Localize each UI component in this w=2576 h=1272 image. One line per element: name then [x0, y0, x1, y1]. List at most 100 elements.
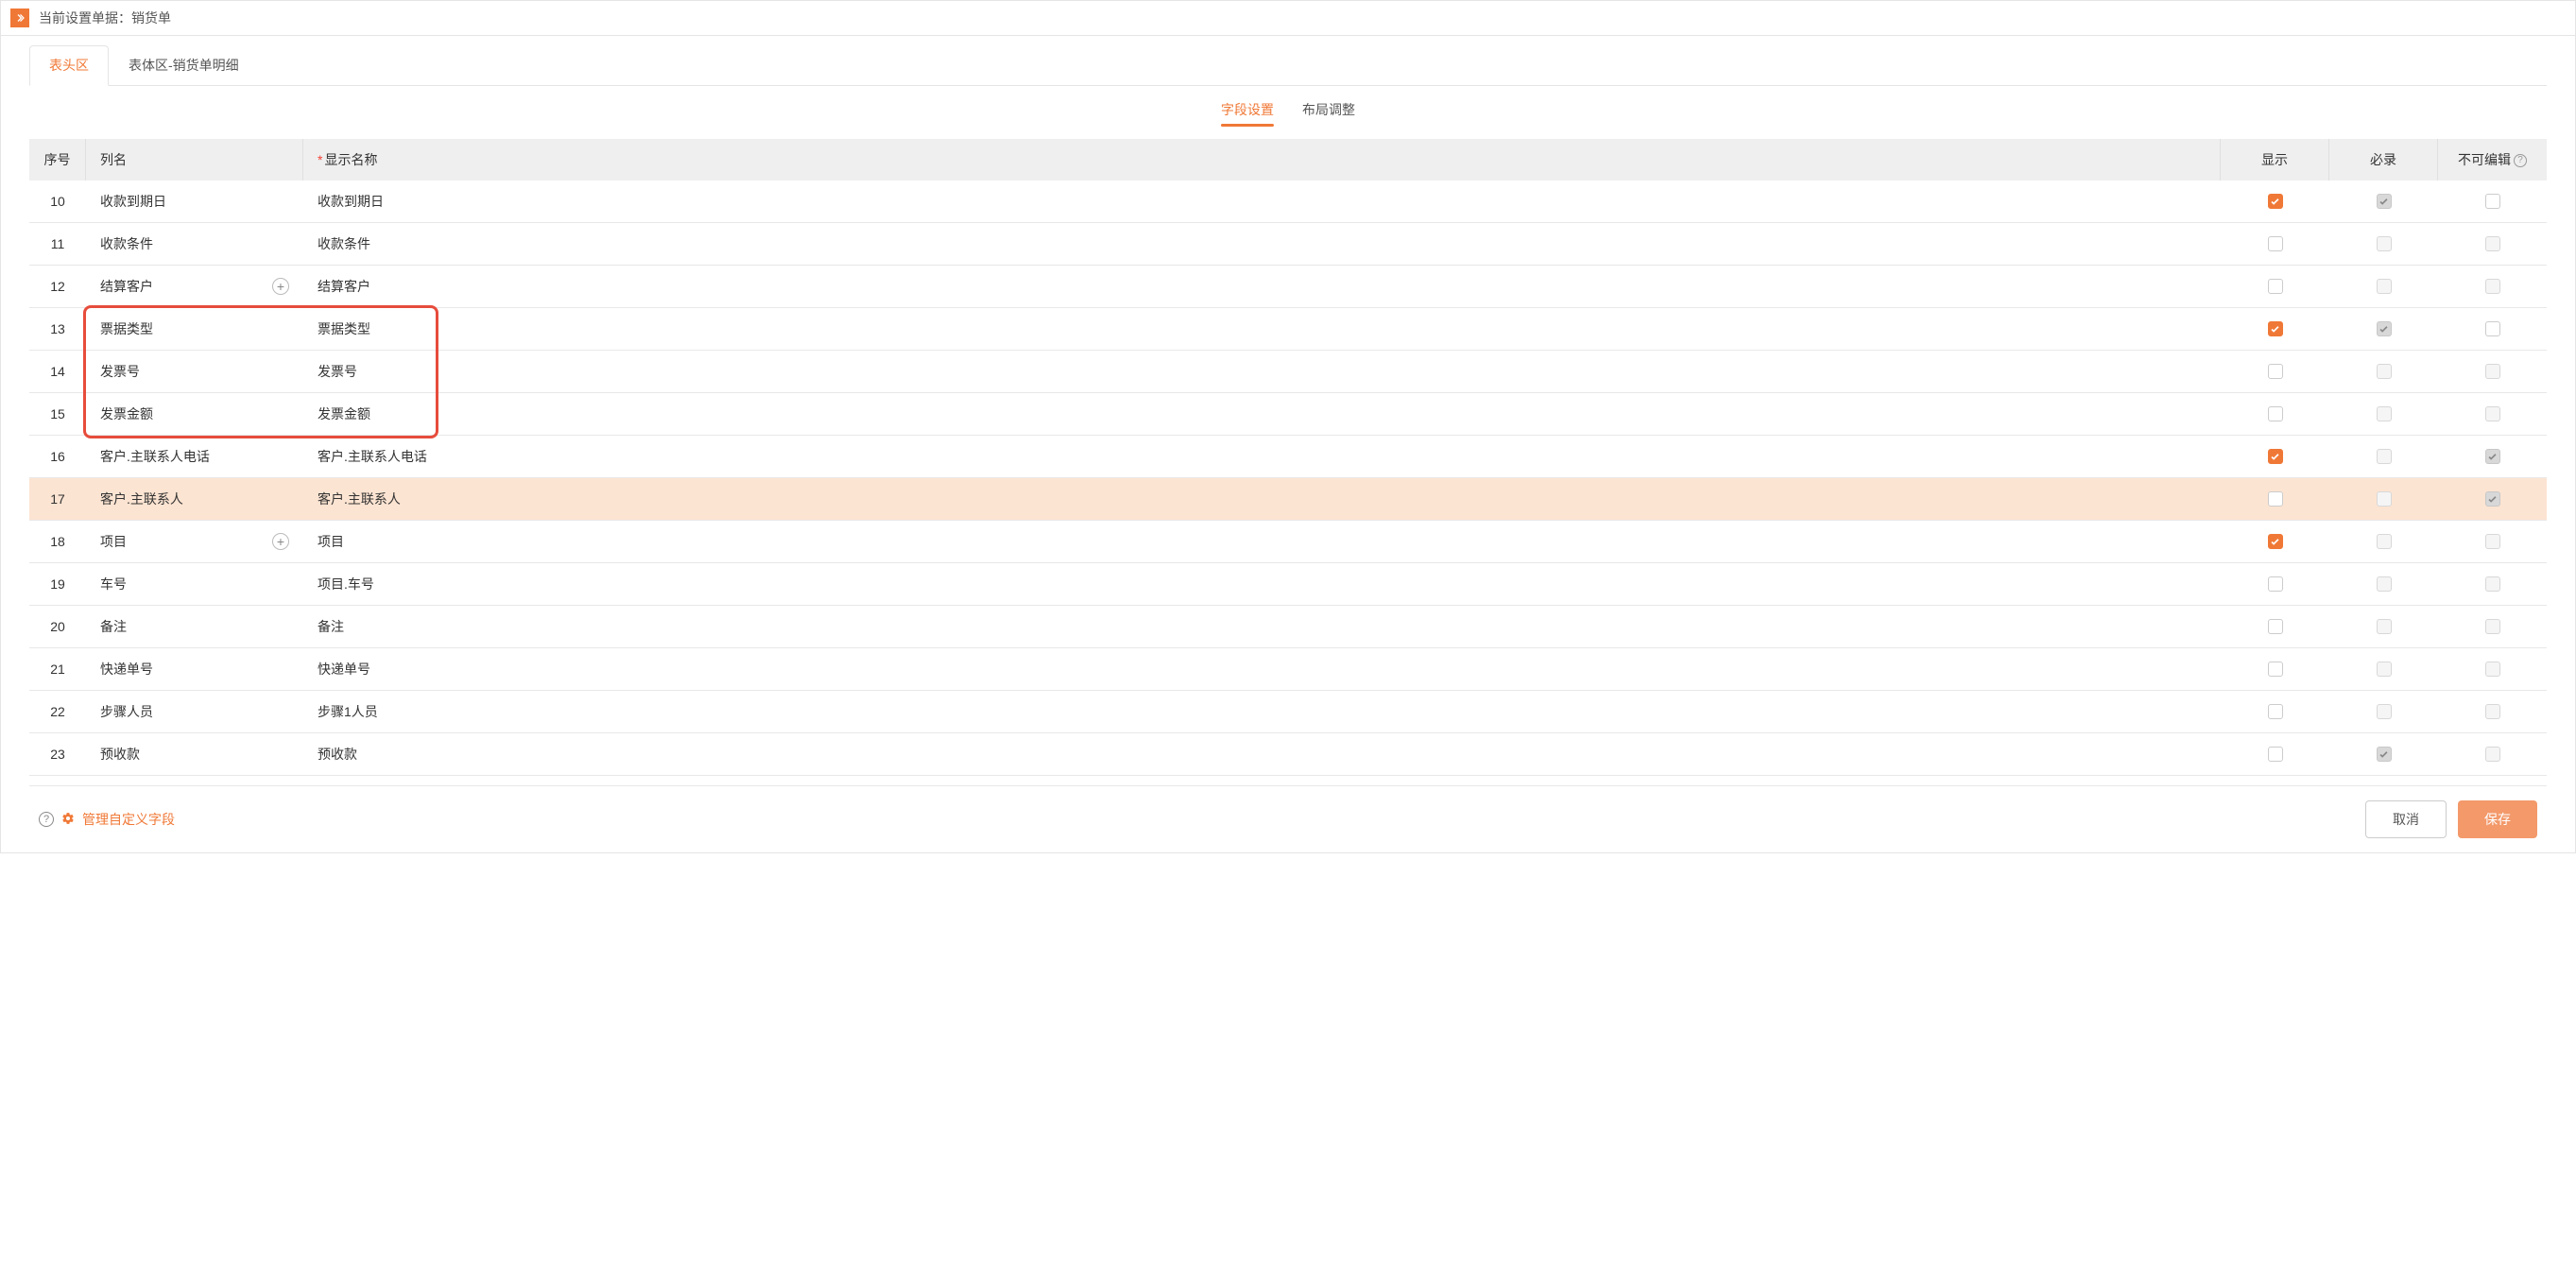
- row-field-name: 客户.主联系人: [86, 478, 303, 520]
- table-row[interactable]: 22步骤人员步骤1人员: [29, 691, 2547, 733]
- checkbox[interactable]: [2268, 704, 2283, 719]
- row-display-name[interactable]: 步骤1人员: [303, 691, 2221, 732]
- row-readonly-cell: [2438, 650, 2547, 688]
- row-readonly-cell: [2438, 352, 2547, 390]
- table-row[interactable]: 19车号项目.车号: [29, 563, 2547, 606]
- table-row[interactable]: 10收款到期日收款到期日: [29, 180, 2547, 223]
- checkbox[interactable]: [2268, 662, 2283, 677]
- row-display-name[interactable]: 收款条件: [303, 223, 2221, 265]
- row-show-cell: [2221, 182, 2329, 220]
- field-table: 序号 列名 *显示名称 显示 必录 不可编辑? 10收款到期日收款到期日11收款…: [29, 139, 2547, 776]
- checkbox[interactable]: [2268, 576, 2283, 592]
- row-required-cell: [2329, 267, 2438, 305]
- table-row[interactable]: 15发票金额发票金额: [29, 393, 2547, 436]
- expand-sidebar-button[interactable]: [10, 9, 29, 27]
- sub-tab-field-settings[interactable]: 字段设置: [1221, 100, 1274, 125]
- table-row[interactable]: 16客户.主联系人电话客户.主联系人电话: [29, 436, 2547, 478]
- cancel-button[interactable]: 取消: [2365, 800, 2447, 838]
- table-body: 10收款到期日收款到期日11收款条件收款条件12结算客户+结算客户13票据类型票…: [29, 180, 2547, 776]
- table-row[interactable]: 21快递单号快递单号: [29, 648, 2547, 691]
- table-row[interactable]: 18项目+项目: [29, 521, 2547, 563]
- row-required-cell: [2329, 352, 2438, 390]
- row-seq: 16: [29, 438, 86, 475]
- row-readonly-cell: [2438, 267, 2547, 305]
- checkbox: [2377, 279, 2392, 294]
- row-readonly-cell: [2438, 735, 2547, 773]
- col-header-required: 必录: [2329, 139, 2438, 180]
- checkbox: [2485, 279, 2500, 294]
- plus-icon[interactable]: +: [272, 278, 289, 295]
- checkbox[interactable]: [2268, 491, 2283, 507]
- checkbox[interactable]: [2268, 364, 2283, 379]
- row-required-cell: [2329, 395, 2438, 433]
- row-seq: 20: [29, 608, 86, 645]
- table-row[interactable]: 14发票号发票号: [29, 351, 2547, 393]
- checkbox[interactable]: [2268, 406, 2283, 421]
- row-display-name[interactable]: 发票号: [303, 351, 2221, 392]
- header-title-label: 当前设置单据：: [39, 10, 131, 26]
- tab-body-area[interactable]: 表体区-销货单明细: [109, 45, 259, 85]
- row-display-name[interactable]: 发票金额: [303, 393, 2221, 435]
- checkbox: [2377, 236, 2392, 251]
- checkbox[interactable]: [2268, 747, 2283, 762]
- checkbox: [2485, 491, 2500, 507]
- row-show-cell: [2221, 608, 2329, 645]
- checkbox[interactable]: [2268, 279, 2283, 294]
- table-row[interactable]: 12结算客户+结算客户: [29, 266, 2547, 308]
- checkbox: [2377, 662, 2392, 677]
- row-show-cell: [2221, 438, 2329, 475]
- checkbox[interactable]: [2485, 194, 2500, 209]
- row-readonly-cell: [2438, 480, 2547, 518]
- row-field-name: 票据类型: [86, 308, 303, 350]
- row-display-name[interactable]: 快递单号: [303, 648, 2221, 690]
- row-field-name: 备注: [86, 606, 303, 647]
- checkbox[interactable]: [2268, 321, 2283, 336]
- footer-right: 取消 保存: [2365, 800, 2537, 838]
- row-readonly-cell: [2438, 310, 2547, 348]
- row-seq: 18: [29, 523, 86, 560]
- row-display-name[interactable]: 备注: [303, 606, 2221, 647]
- row-display-name[interactable]: 收款到期日: [303, 180, 2221, 222]
- row-show-cell: [2221, 267, 2329, 305]
- plus-icon[interactable]: +: [272, 533, 289, 550]
- footer-bar: ? 管理自定义字段 取消 保存: [29, 785, 2547, 852]
- row-display-name[interactable]: 客户.主联系人: [303, 478, 2221, 520]
- row-show-cell: [2221, 693, 2329, 731]
- checkbox[interactable]: [2485, 321, 2500, 336]
- row-display-name[interactable]: 客户.主联系人电话: [303, 436, 2221, 477]
- row-field-name: 收款条件: [86, 223, 303, 265]
- row-show-cell: [2221, 395, 2329, 433]
- save-button[interactable]: 保存: [2458, 800, 2537, 838]
- checkbox: [2377, 491, 2392, 507]
- row-readonly-cell: [2438, 438, 2547, 475]
- row-field-name: 收款到期日: [86, 180, 303, 222]
- checkbox[interactable]: [2268, 534, 2283, 549]
- table-row[interactable]: 11收款条件收款条件: [29, 223, 2547, 266]
- row-display-name[interactable]: 预收款: [303, 733, 2221, 775]
- checkbox[interactable]: [2268, 449, 2283, 464]
- table-row[interactable]: 13票据类型票据类型: [29, 308, 2547, 351]
- sub-tab-layout[interactable]: 布局调整: [1302, 100, 1355, 125]
- checkbox[interactable]: [2268, 619, 2283, 634]
- checkbox[interactable]: [2268, 236, 2283, 251]
- row-seq: 12: [29, 267, 86, 305]
- footer-left: ? 管理自定义字段: [39, 810, 175, 829]
- manage-custom-fields-link[interactable]: 管理自定义字段: [82, 810, 175, 829]
- row-display-name[interactable]: 项目.车号: [303, 563, 2221, 605]
- help-icon[interactable]: ?: [2514, 154, 2527, 167]
- row-seq: 10: [29, 182, 86, 220]
- tab-header-area[interactable]: 表头区: [29, 45, 109, 86]
- table-row[interactable]: 23预收款预收款: [29, 733, 2547, 776]
- table-row[interactable]: 20备注备注: [29, 606, 2547, 648]
- row-display-name[interactable]: 项目: [303, 521, 2221, 562]
- table-row[interactable]: 17客户.主联系人客户.主联系人: [29, 478, 2547, 521]
- row-display-name[interactable]: 票据类型: [303, 308, 2221, 350]
- row-required-cell: [2329, 735, 2438, 773]
- checkbox: [2485, 576, 2500, 592]
- row-required-cell: [2329, 438, 2438, 475]
- question-icon[interactable]: ?: [39, 812, 54, 827]
- row-display-name[interactable]: 结算客户: [303, 266, 2221, 307]
- row-field-name: 结算客户+: [86, 266, 303, 307]
- row-show-cell: [2221, 523, 2329, 560]
- checkbox[interactable]: [2268, 194, 2283, 209]
